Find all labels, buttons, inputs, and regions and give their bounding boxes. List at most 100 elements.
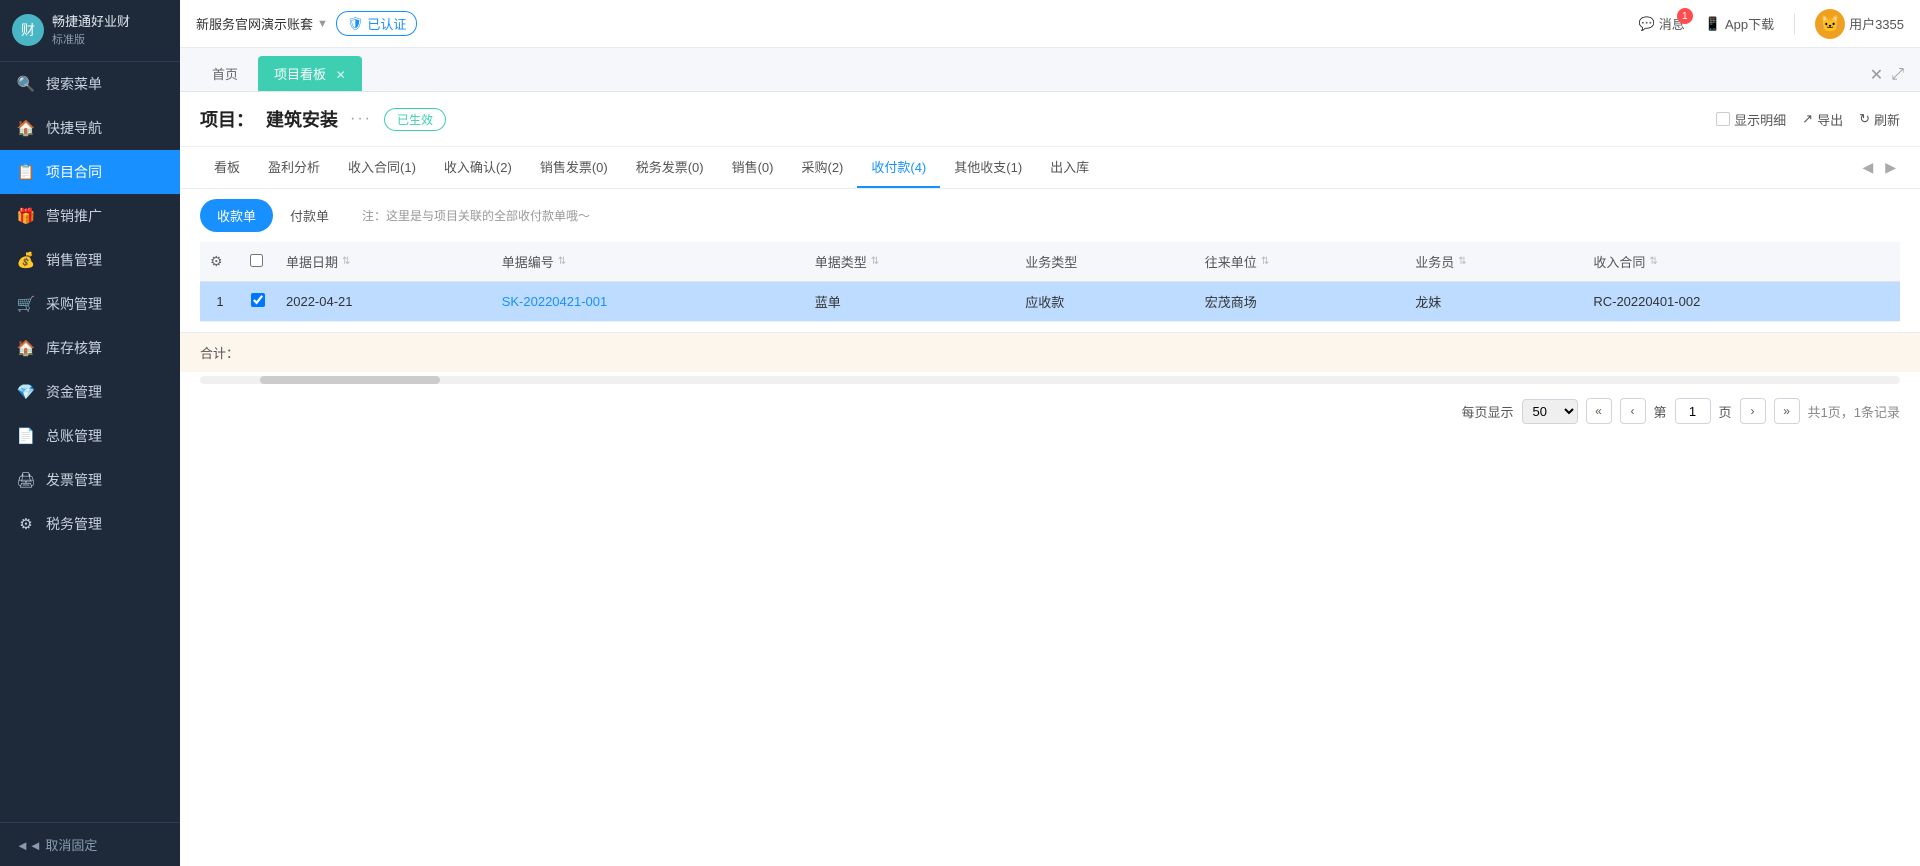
tab-payment-slip[interactable]: 付款单 xyxy=(273,199,346,232)
subtab-profit[interactable]: 盈利分析 xyxy=(254,147,334,188)
table-row[interactable]: 1 2022-04-21 SK-20220421-001 蓝单 应收款 宏茂商场… xyxy=(200,282,1900,322)
subtab-sales-invoice[interactable]: 销售发票(0) xyxy=(526,147,622,188)
nav-label-10: 税务管理 xyxy=(46,514,102,534)
row-checkbox[interactable] xyxy=(251,293,265,307)
th-date: 单据日期⇅ xyxy=(276,242,492,282)
nav-label-3: 营销推广 xyxy=(46,206,102,226)
topbar-right: 💬 消息 1 📱 App下载 🐱 用户3355 xyxy=(1639,9,1904,39)
account-selector[interactable]: 新服务官网演示账套 ▼ xyxy=(196,14,328,33)
subtab-tax-invoice[interactable]: 税务发票(0) xyxy=(622,147,718,188)
sort-contract-icon[interactable]: ⇅ xyxy=(1649,256,1657,267)
project-more-icon[interactable]: ··· xyxy=(350,110,372,128)
sidebar-item-1[interactable]: 🏠快捷导航 xyxy=(0,106,180,150)
row-checkbox-cell xyxy=(240,282,276,322)
subtab-purchase[interactable]: 采购(2) xyxy=(787,147,857,188)
subtab-inout[interactable]: 出入库 xyxy=(1036,147,1103,188)
data-table: ⚙ 单据日期⇅ 单据编号⇅ 单据类型⇅ xyxy=(200,242,1900,322)
subtab-payment[interactable]: 收付款(4) xyxy=(857,147,940,188)
user-menu[interactable]: 🐱 用户3355 xyxy=(1815,9,1904,39)
unpin-button[interactable]: ◄◄ 取消固定 xyxy=(0,822,180,866)
sort-number-icon[interactable]: ⇅ xyxy=(558,256,566,267)
page-end-label: 页 xyxy=(1719,402,1732,421)
settings-icon[interactable]: ⚙ xyxy=(210,253,223,269)
next-page-button[interactable]: › xyxy=(1740,398,1766,424)
page-size-select[interactable]: 50 100 200 xyxy=(1522,399,1578,424)
subtab-income-contract[interactable]: 收入合同(1) xyxy=(334,147,430,188)
cert-badge: 🛡 已认证 xyxy=(336,11,418,36)
nav-icon-7: 💎 xyxy=(16,383,36,401)
refresh-button[interactable]: ↻ 刷新 xyxy=(1859,110,1900,129)
maximize-window-icon[interactable]: ⤢ xyxy=(1891,66,1904,84)
tab-close-icon[interactable]: ✕ xyxy=(336,68,346,82)
export-label: 导出 xyxy=(1817,110,1843,129)
sidebar-item-7[interactable]: 💎资金管理 xyxy=(0,370,180,414)
sidebar-item-5[interactable]: 🛒采购管理 xyxy=(0,282,180,326)
prev-page-button[interactable]: ‹ xyxy=(1620,398,1646,424)
message-badge: 1 xyxy=(1677,8,1693,24)
main-panel: 新服务官网演示账套 ▼ 🛡 已认证 💬 消息 1 📱 App下载 🐱 用户335… xyxy=(180,0,1920,866)
nav-label-0: 搜索菜单 xyxy=(46,74,102,94)
last-page-button[interactable]: » xyxy=(1774,398,1800,424)
inner-tabs: 收款单 付款单 注：这里是与项目关联的全部收付款单哦～ xyxy=(180,189,1920,232)
tab-receipt[interactable]: 收款单 xyxy=(200,199,273,232)
table-footer: 合计： xyxy=(180,332,1920,372)
account-name: 新服务官网演示账套 xyxy=(196,14,313,33)
sidebar-item-9[interactable]: 🖨发票管理 xyxy=(0,458,180,502)
app-download-label: App下载 xyxy=(1725,14,1774,33)
nav-icon-3: 🎁 xyxy=(16,207,36,225)
nav-icon-2: 📋 xyxy=(16,163,36,181)
nav-label-2: 项目合同 xyxy=(46,162,102,182)
row-biz-type: 应收款 xyxy=(1015,282,1195,322)
show-detail-checkbox[interactable]: 显示明细 xyxy=(1716,110,1786,129)
subtab-sales[interactable]: 销售(0) xyxy=(718,147,788,188)
scroll-thumb[interactable] xyxy=(260,376,440,384)
cert-shield-icon: 🛡 xyxy=(347,16,364,32)
phone-icon: 📱 xyxy=(1705,16,1721,32)
sort-salesperson-icon[interactable]: ⇅ xyxy=(1458,256,1466,267)
refresh-icon: ↻ xyxy=(1859,111,1870,127)
sort-partner-icon[interactable]: ⇅ xyxy=(1261,256,1269,267)
sidebar-item-4[interactable]: 💰销售管理 xyxy=(0,238,180,282)
nav-icon-10: ⚙ xyxy=(16,515,36,533)
select-all-checkbox[interactable] xyxy=(250,254,263,267)
sidebar-item-2[interactable]: 📋 项目合同 xyxy=(0,150,180,194)
th-type: 单据类型⇅ xyxy=(805,242,1015,282)
export-icon: ↗ xyxy=(1802,111,1813,127)
th-income-contract: 收入合同⇅ xyxy=(1583,242,1900,282)
row-number-link[interactable]: SK-20220421-001 xyxy=(502,294,608,309)
row-date: 2022-04-21 xyxy=(276,282,492,322)
row-type: 蓝单 xyxy=(805,282,1015,322)
topbar-left: 新服务官网演示账套 ▼ 🛡 已认证 xyxy=(196,11,417,36)
first-page-button[interactable]: « xyxy=(1586,398,1612,424)
export-button[interactable]: ↗ 导出 xyxy=(1802,110,1843,129)
pagination: 每页显示 50 100 200 « ‹ 第 页 › » 共1页，1条记录 xyxy=(180,388,1920,434)
horizontal-scrollbar[interactable] xyxy=(200,376,1900,384)
close-window-icon[interactable]: ✕ xyxy=(1870,65,1883,85)
nav-icon-6: 🏠 xyxy=(16,339,36,357)
sidebar-item-6[interactable]: 🏠 库存核算 xyxy=(0,326,180,370)
sidebar-item-8[interactable]: 📄总账管理 xyxy=(0,414,180,458)
app-download-button[interactable]: 📱 App下载 xyxy=(1705,14,1774,33)
sort-date-icon[interactable]: ⇅ xyxy=(342,256,350,267)
tab-home[interactable]: 首页 xyxy=(196,56,254,91)
subtab-other[interactable]: 其他收支(1) xyxy=(940,147,1036,188)
sidebar-item-0[interactable]: 🔍搜索菜单 xyxy=(0,62,180,106)
show-detail-checkbox-box[interactable] xyxy=(1716,112,1730,126)
nav-label-6: 库存核算 xyxy=(46,338,102,358)
message-button[interactable]: 💬 消息 1 xyxy=(1639,14,1685,33)
subtab-prev-icon[interactable]: ◀ xyxy=(1858,155,1877,180)
tab-project-board[interactable]: 项目看板 ✕ xyxy=(258,56,362,91)
sidebar-item-3[interactable]: 🎁 营销推广 xyxy=(0,194,180,238)
project-header: 项目： 建筑安装 ··· 已生效 显示明细 ↗ 导出 ↻ 刷新 xyxy=(180,92,1920,147)
subtab-next-icon[interactable]: ▶ xyxy=(1881,155,1900,180)
refresh-label: 刷新 xyxy=(1874,110,1900,129)
nav-label-5: 采购管理 xyxy=(46,294,102,314)
account-dropdown-icon[interactable]: ▼ xyxy=(317,18,328,30)
subtab-kanban[interactable]: 看板 xyxy=(200,147,254,188)
sort-type-icon[interactable]: ⇅ xyxy=(871,256,879,267)
app-name: 畅捷通好业财 xyxy=(52,14,130,31)
page-number-input[interactable] xyxy=(1675,398,1711,424)
row-salesperson: 龙妹 xyxy=(1405,282,1583,322)
sidebar-item-10[interactable]: ⚙ 税务管理 xyxy=(0,502,180,546)
subtab-income-confirm[interactable]: 收入确认(2) xyxy=(430,147,526,188)
